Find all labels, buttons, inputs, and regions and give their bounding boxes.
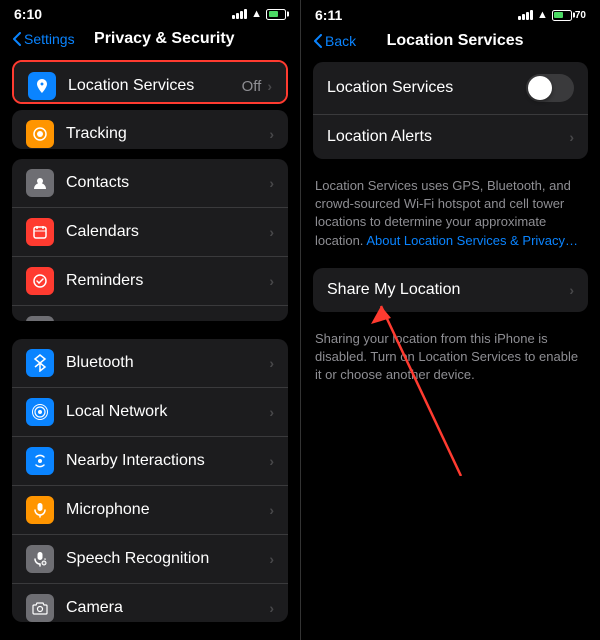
wifi-icon-right: ▲ [537,9,548,21]
arrow-area [301,396,600,640]
calendars-icon [26,218,54,246]
microphone-row[interactable]: Microphone › [12,486,288,535]
contacts-row[interactable]: Contacts › [12,159,288,208]
status-icons-left: ▲ [232,8,286,20]
speech-recognition-icon [26,545,54,573]
reminders-icon [26,267,54,295]
microphone-label: Microphone [66,501,269,519]
tracking-row[interactable]: Tracking › [12,110,288,150]
red-arrow-indicator [361,296,481,476]
nav-bar-left: Settings Privacy & Security [0,26,300,54]
signal-icon-right [518,10,533,20]
local-network-icon [26,398,54,426]
location-services-chevron: › [267,78,272,94]
microphone-icon [26,496,54,524]
signal-icon [232,9,247,19]
bluetooth-icon [26,349,54,377]
time-right: 6:11 [315,7,342,23]
location-services-highlighted: Location Services Off › [12,60,288,104]
tracking-label: Tracking [66,125,269,143]
status-bar-right: 6:11 ▲ 70 [301,0,600,28]
toggle-knob [528,76,552,100]
bluetooth-row[interactable]: Bluetooth › [12,339,288,388]
location-services-section: Location Services Location Alerts › [313,62,588,159]
contacts-icon [26,169,54,197]
reminders-row[interactable]: Reminders › [12,257,288,306]
tracking-group: Tracking › [12,110,288,150]
nearby-interactions-label: Nearby Interactions [66,452,269,470]
speech-recognition-label: Speech Recognition [66,550,269,568]
battery-left [266,9,286,20]
location-services-row[interactable]: Location Services Off › [14,62,286,104]
location-alerts-row[interactable]: Location Alerts › [313,115,588,159]
bluetooth-label: Bluetooth [66,354,269,372]
calendars-row[interactable]: Calendars › [12,208,288,257]
calendars-label: Calendars [66,223,269,241]
contacts-label: Contacts [66,174,269,192]
wifi-icon: ▲ [251,8,262,20]
local-network-row[interactable]: Local Network › [12,388,288,437]
camera-icon [26,594,54,622]
right-panel: 6:11 ▲ 70 Back Location Services [300,0,600,640]
page-title-right: Location Services [362,32,548,50]
tracking-icon [26,120,54,148]
location-services-icon [28,72,56,100]
status-bar-left: 6:10 ▲ [0,0,300,26]
back-label-left: Settings [24,31,75,47]
app-rows-group: Contacts › Calendars › Reminders › Photo… [12,159,288,320]
location-description: Location Services uses GPS, Bluetooth, a… [301,169,600,262]
nearby-interactions-row[interactable]: Nearby Interactions › [12,437,288,486]
time-left: 6:10 [14,6,42,22]
share-location-chevron: › [569,282,574,298]
location-services-toggle[interactable] [526,74,574,102]
speech-recognition-row[interactable]: Speech Recognition › [12,535,288,584]
location-services-label: Location Services [68,77,242,95]
photos-icon [26,316,54,320]
battery-right: 70 [552,10,586,21]
location-alerts-label: Location Alerts [327,128,569,146]
back-button-right[interactable]: Back [313,33,356,49]
photos-row[interactable]: Photos › [12,306,288,320]
nearby-interactions-icon [26,447,54,475]
location-services-toggle-label: Location Services [327,79,526,97]
camera-row[interactable]: Camera › [12,584,288,622]
status-icons-right: ▲ 70 [518,9,586,21]
location-services-toggle-row[interactable]: Location Services [313,62,588,115]
left-panel: 6:10 ▲ Settings Privacy & Security [0,0,300,640]
tracking-chevron: › [269,126,274,142]
page-title-left: Privacy & Security [81,30,248,48]
about-link[interactable]: About Location Services & Privacy… [366,233,578,248]
local-network-label: Local Network [66,403,269,421]
nav-bar-right: Back Location Services [301,28,600,56]
camera-label: Camera [66,599,269,617]
back-label-right: Back [325,33,356,49]
reminders-label: Reminders [66,272,269,290]
location-services-value: Off [242,78,262,95]
back-button-left[interactable]: Settings [12,31,75,47]
location-alerts-chevron: › [569,129,574,145]
battery-label-right: 70 [575,10,586,21]
permission-rows-group: Bluetooth › Local Network › Nearby Inter… [12,339,288,622]
